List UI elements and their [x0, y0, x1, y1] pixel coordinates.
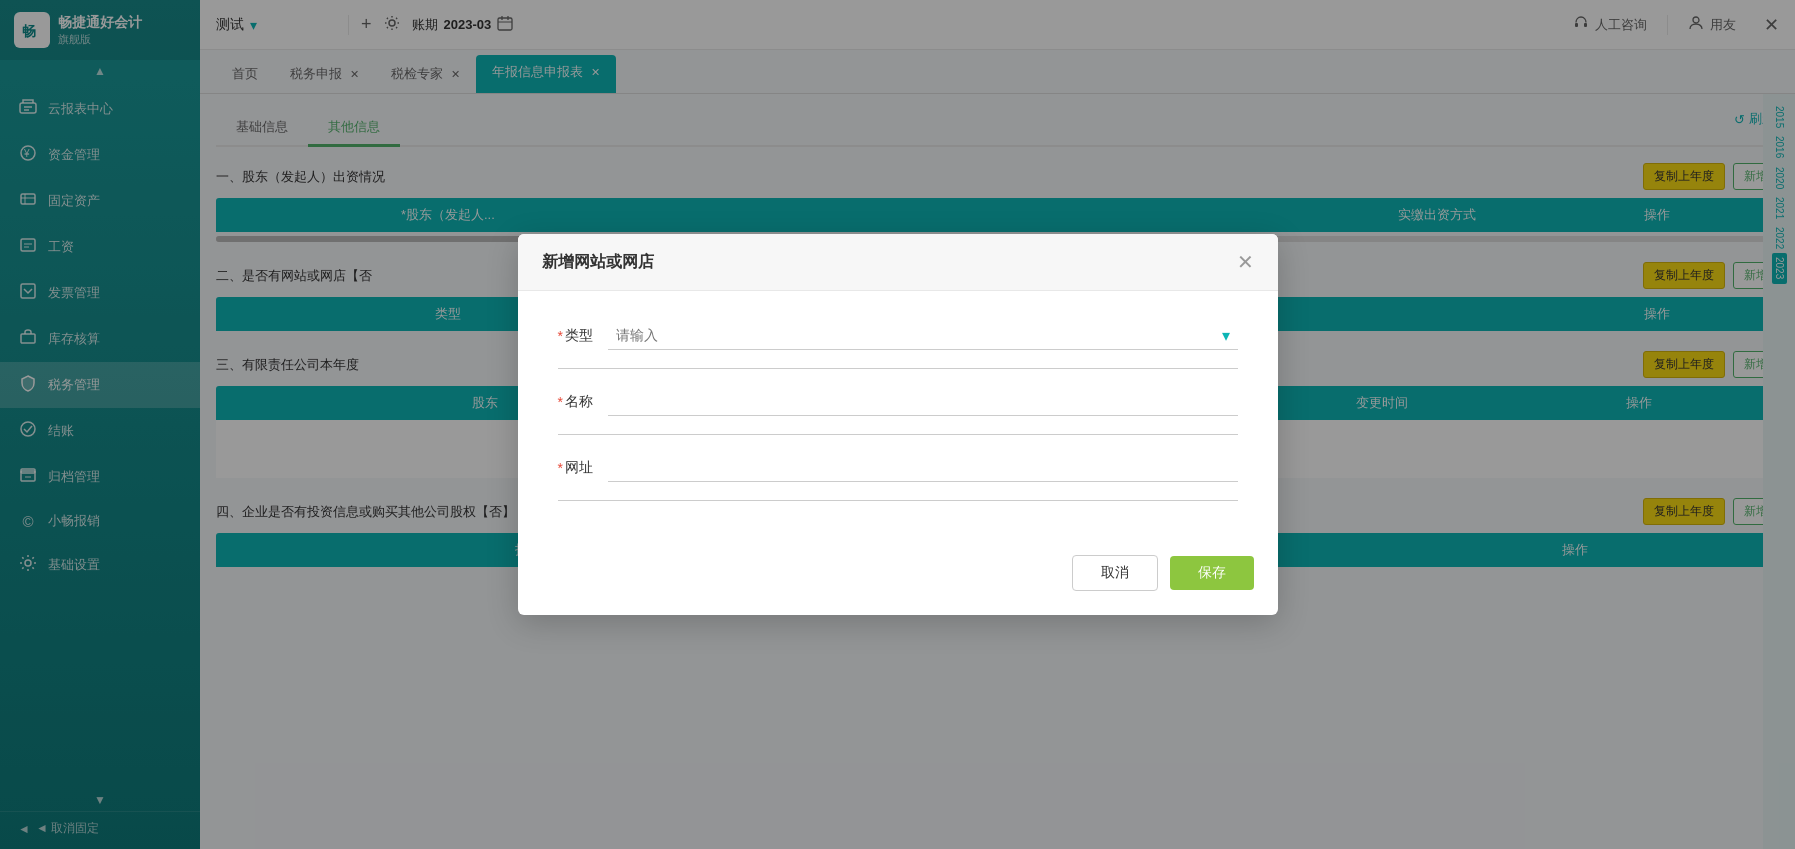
url-label: * 网址	[558, 459, 608, 477]
add-website-modal: 新增网站或网店 ✕ * 类型 ▾ * 名称	[518, 234, 1278, 615]
modal-close-button[interactable]: ✕	[1237, 250, 1254, 274]
type-input[interactable]	[608, 321, 1238, 350]
name-input[interactable]	[608, 387, 1238, 416]
modal-header: 新增网站或网店 ✕	[518, 234, 1278, 291]
modal-overlay: 新增网站或网店 ✕ * 类型 ▾ * 名称	[0, 0, 1795, 849]
type-label: * 类型	[558, 327, 608, 345]
modal-title: 新增网站或网店	[542, 252, 654, 273]
form-row-url: * 网址	[558, 453, 1238, 482]
type-dropdown-icon[interactable]: ▾	[1222, 326, 1230, 345]
type-select-wrapper: ▾	[608, 321, 1238, 350]
form-row-type: * 类型 ▾	[558, 321, 1238, 350]
modal-footer: 取消 保存	[518, 539, 1278, 615]
modal-cancel-button[interactable]: 取消	[1072, 555, 1158, 591]
name-label: * 名称	[558, 393, 608, 411]
modal-body: * 类型 ▾ * 名称 *	[518, 291, 1278, 539]
url-input[interactable]	[608, 453, 1238, 482]
form-row-name: * 名称	[558, 387, 1238, 416]
modal-save-button[interactable]: 保存	[1170, 556, 1254, 590]
